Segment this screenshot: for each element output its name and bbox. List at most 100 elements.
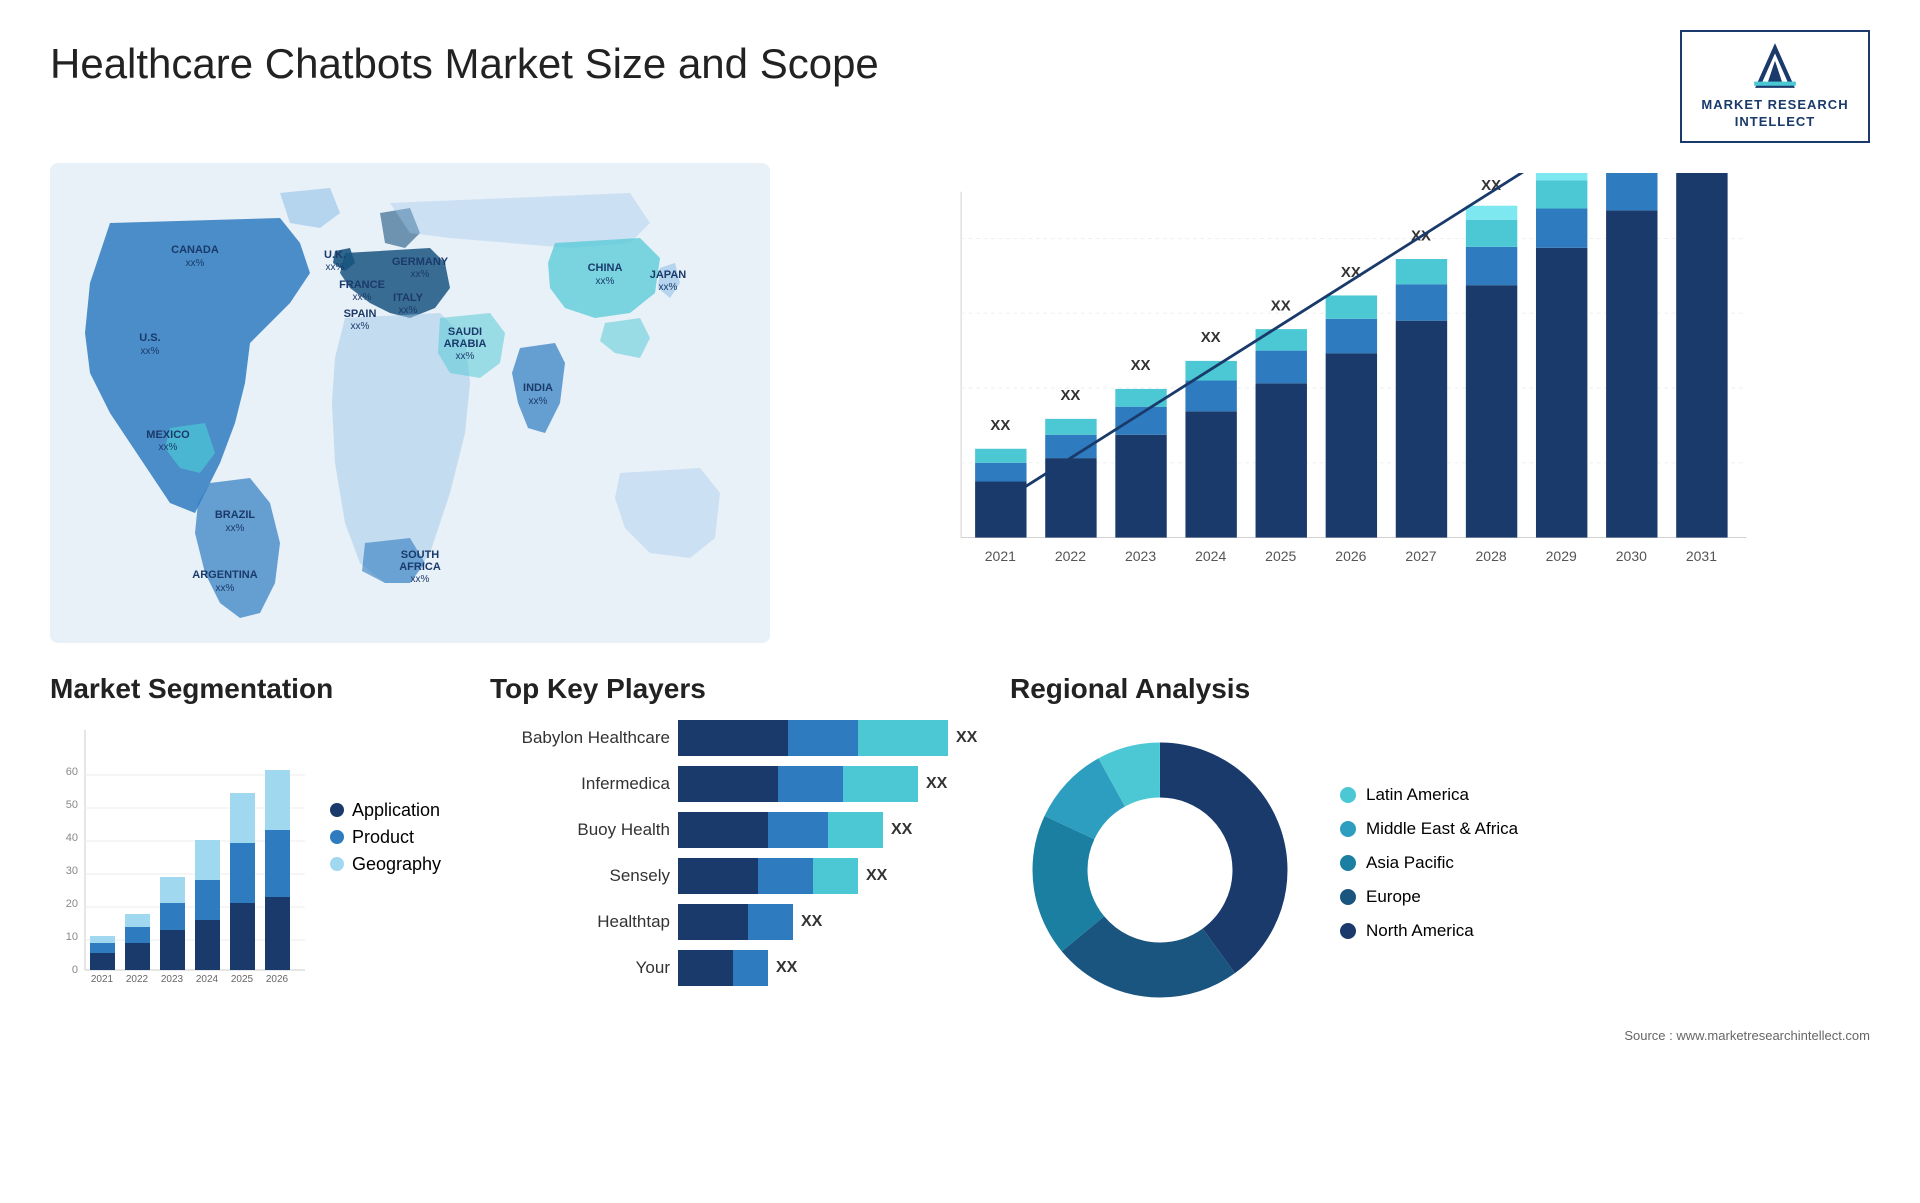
segmentation-legend: Application Product Geography [330,720,441,881]
svg-text:2031: 2031 [1686,548,1717,564]
svg-text:xx%: xx% [141,346,160,357]
svg-text:xx%: xx% [411,574,430,585]
svg-text:xx%: xx% [186,258,205,269]
top-section: CANADA xx% U.S. xx% MEXICO xx% BRAZIL xx… [50,163,1870,643]
svg-text:xx%: xx% [353,292,372,303]
players-list: Babylon Healthcare XX Infermedica [490,720,990,986]
middle-east-label: Middle East & Africa [1366,819,1518,839]
svg-text:ARGENTINA: ARGENTINA [192,569,257,581]
segmentation-chart: 0 10 20 30 40 50 60 [50,720,310,1020]
asia-pacific-dot [1340,855,1356,871]
svg-text:ITALY: ITALY [393,292,424,304]
world-map: CANADA xx% U.S. xx% MEXICO xx% BRAZIL xx… [50,163,770,643]
player-bar-container: XX [678,720,977,756]
bar-seg3 [843,766,918,802]
player-name: Buoy Health [490,820,670,840]
svg-text:xx%: xx% [326,262,345,273]
bar-chart-svg: XX XX XX XX XX [820,173,1850,603]
svg-text:XX: XX [1201,329,1221,346]
player-value: XX [926,775,947,793]
legend-geography: Geography [330,854,441,875]
donut-svg [1010,720,1310,1020]
segmentation-panel: Market Segmentation 0 10 20 30 40 50 60 [50,673,470,1173]
page-title: Healthcare Chatbots Market Size and Scop… [50,40,879,88]
svg-text:CANADA: CANADA [171,244,219,256]
player-bar [678,858,858,894]
player-bar-container: XX [678,812,912,848]
player-name: Your [490,958,670,978]
svg-text:GERMANY: GERMANY [392,256,449,268]
product-dot [330,830,344,844]
europe-label: Europe [1366,887,1421,907]
svg-text:U.S.: U.S. [139,332,160,344]
bar-seg2 [788,720,858,756]
application-label: Application [352,800,440,821]
key-players-title: Top Key Players [490,673,990,705]
player-row: Sensely XX [490,858,990,894]
bar-seg3 [828,812,883,848]
svg-text:xx%: xx% [411,269,430,280]
bar-seg2 [733,950,768,986]
svg-text:2025: 2025 [1265,548,1296,564]
bar-seg2 [768,812,828,848]
svg-text:60: 60 [66,766,78,778]
bar-seg2 [758,858,813,894]
player-bar-container: XX [678,766,947,802]
svg-text:XX: XX [1060,387,1080,404]
player-value: XX [956,729,977,747]
player-name: Babylon Healthcare [490,728,670,748]
svg-text:0: 0 [72,964,78,976]
svg-text:2023: 2023 [161,974,184,985]
player-bar [678,950,768,986]
legend-product: Product [330,827,441,848]
donut-chart [1010,720,1310,1020]
bar-seg3 [858,720,948,756]
bar-seg1 [678,766,778,802]
logo: MARKET RESEARCH INTELLECT [1680,30,1870,143]
map-svg: CANADA xx% U.S. xx% MEXICO xx% BRAZIL xx… [50,163,770,643]
bar-seg2 [748,904,793,940]
svg-text:SPAIN: SPAIN [344,308,377,320]
player-bar-container: XX [678,904,822,940]
svg-text:2022: 2022 [126,974,149,985]
legend-middle-east: Middle East & Africa [1340,819,1870,839]
bottom-section: Market Segmentation 0 10 20 30 40 50 60 [50,673,1870,1173]
player-row: Babylon Healthcare XX [490,720,990,756]
player-name: Infermedica [490,774,670,794]
svg-text:50: 50 [66,799,78,811]
north-america-label: North America [1366,921,1474,941]
legend-north-america: North America [1340,921,1870,941]
regional-title: Regional Analysis [1010,673,1870,705]
player-bar [678,904,793,940]
bar-seg1 [678,950,733,986]
player-bar [678,766,918,802]
bar-seg1 [678,812,768,848]
regional-panel: Regional Analysis [1010,673,1870,1173]
header: Healthcare Chatbots Market Size and Scop… [50,30,1870,143]
svg-text:2030: 2030 [1616,548,1647,564]
svg-text:2026: 2026 [1335,548,1366,564]
latin-america-label: Latin America [1366,785,1469,805]
svg-text:10: 10 [66,931,78,943]
bar-seg1 [678,720,788,756]
svg-text:FRANCE: FRANCE [339,279,385,291]
svg-text:xx%: xx% [399,305,418,316]
europe-dot [1340,889,1356,905]
segmentation-title: Market Segmentation [50,673,470,705]
svg-text:BRAZIL: BRAZIL [215,509,256,521]
svg-text:30: 30 [66,865,78,877]
player-row: Your XX [490,950,990,986]
application-dot [330,803,344,817]
asia-pacific-label: Asia Pacific [1366,853,1454,873]
player-value: XX [891,821,912,839]
player-bar-container: XX [678,858,887,894]
svg-text:xx%: xx% [456,351,475,362]
player-name: Healthtap [490,912,670,932]
north-america-dot [1340,923,1356,939]
svg-text:XX: XX [1271,297,1291,314]
player-bar [678,720,948,756]
svg-text:xx%: xx% [226,523,245,534]
geography-label: Geography [352,854,441,875]
player-bar [678,812,883,848]
legend-application: Application [330,800,441,821]
